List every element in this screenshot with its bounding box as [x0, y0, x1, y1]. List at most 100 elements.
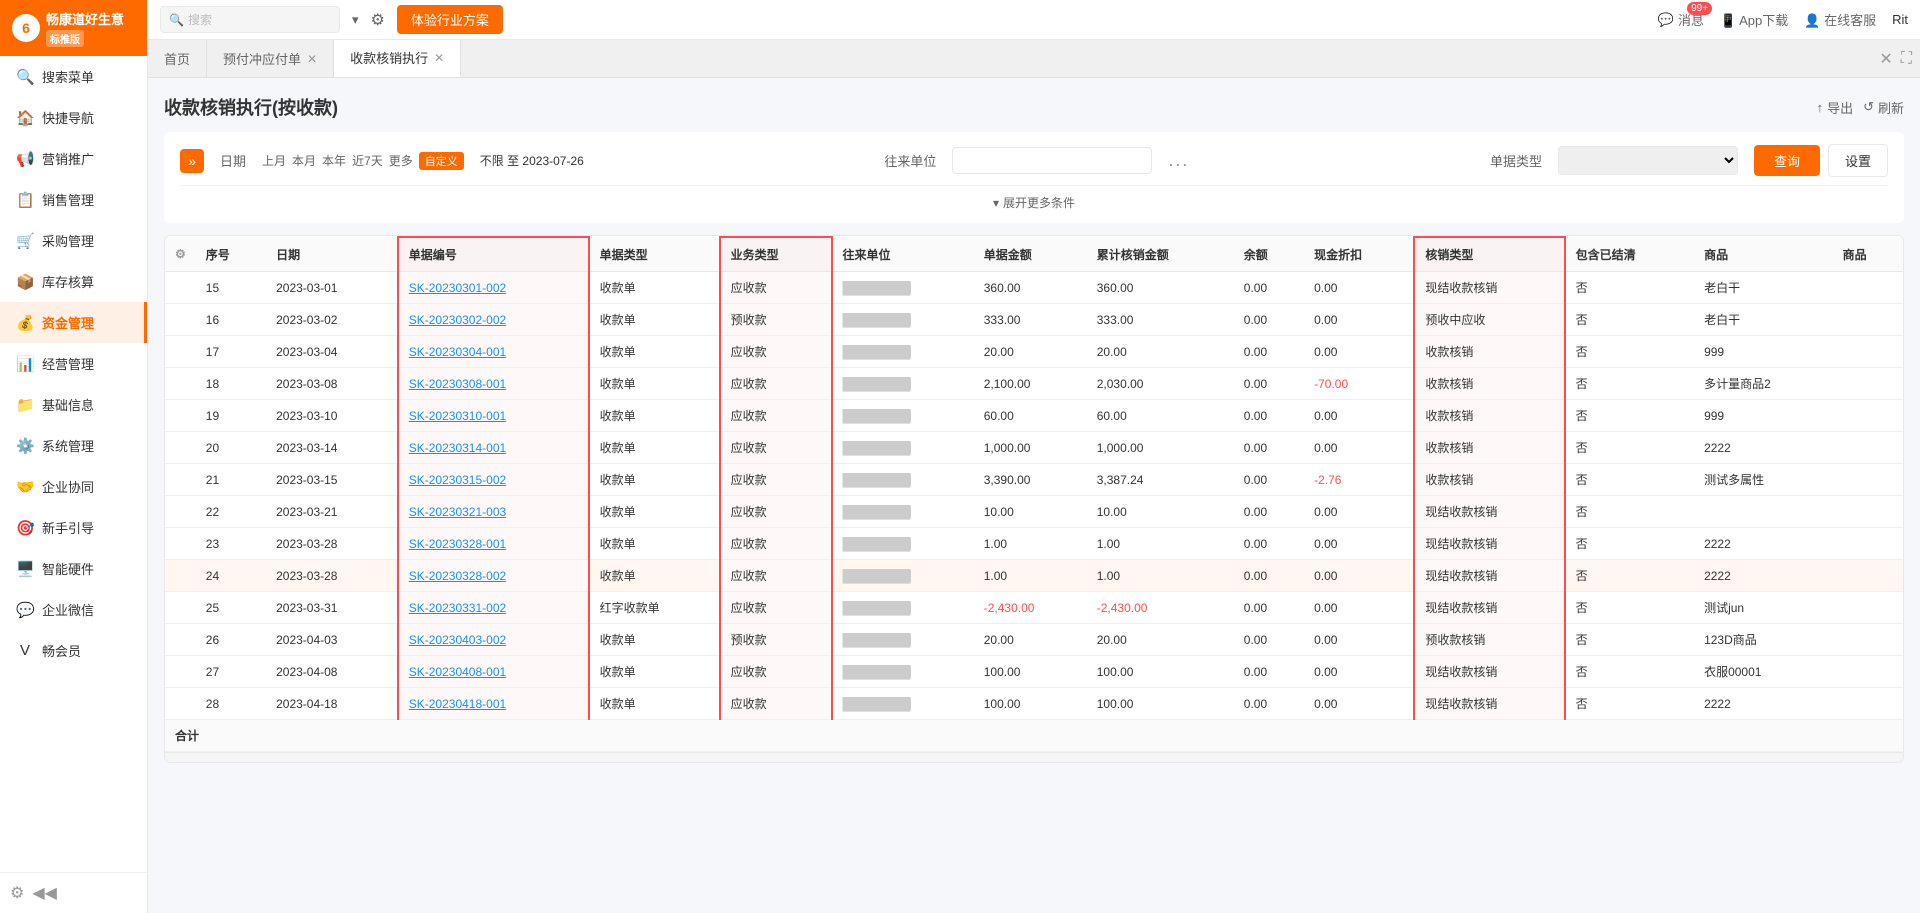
sidebar-item-purchase[interactable]: 🛒 采购管理: [0, 220, 147, 261]
refresh-btn[interactable]: ↺ 刷新: [1863, 98, 1904, 117]
td-seq: 21: [196, 464, 266, 496]
topbar-dropdown[interactable]: ▾: [352, 12, 359, 28]
export-icon: ↑: [1817, 100, 1824, 115]
bill-no-link[interactable]: SK-20230403-002: [409, 633, 506, 647]
date-label: 日期: [220, 151, 246, 170]
topbar-right: 💬 消息 99+ 📱 App下载 👤 在线客服 Rit: [1658, 10, 1908, 29]
close-tab-icon[interactable]: ✕: [1879, 49, 1892, 69]
bill-no-link[interactable]: SK-20230408-001: [409, 665, 506, 679]
bill-type-label: 单据类型: [1490, 151, 1542, 170]
bill-no-link[interactable]: SK-20230328-002: [409, 569, 506, 583]
date-opt-7days[interactable]: 近7天: [352, 152, 383, 169]
date-opt-last-month[interactable]: 上月: [262, 152, 286, 169]
collapse-icon[interactable]: ◀◀: [32, 883, 57, 903]
td-counterparty: ████████: [832, 336, 974, 368]
tab-receipt-close[interactable]: ✕: [434, 51, 444, 65]
td-counterparty: ████████: [832, 592, 974, 624]
sidebar-item-guide[interactable]: 🎯 新手引导: [0, 507, 147, 548]
sidebar-item-marketing[interactable]: 📢 营销推广: [0, 138, 147, 179]
bill-no-link[interactable]: SK-20230301-002: [409, 281, 506, 295]
bill-type-select[interactable]: [1558, 146, 1738, 175]
td-goods2: [1833, 528, 1903, 560]
td-include-settled: 否: [1565, 272, 1694, 304]
td-bill-amount: 360.00: [974, 272, 1087, 304]
td-goods: 2222: [1694, 528, 1833, 560]
td-bill-no: SK-20230331-002: [398, 592, 589, 624]
sidebar: 6 畅康道好生意 标推版 🔍 搜索菜单 🏠 快捷导航 📢 营销推广 📋 销售管理…: [0, 0, 148, 913]
td-balance: 0.00: [1234, 368, 1304, 400]
coop-icon: 🤝: [16, 478, 34, 496]
bill-no-link[interactable]: SK-20230304-001: [409, 345, 506, 359]
td-total-cancel: 10.00: [1087, 496, 1234, 528]
td-bill-amount: 333.00: [974, 304, 1087, 336]
settings-bottom-icon[interactable]: ⚙: [10, 883, 24, 903]
bill-no-link[interactable]: SK-20230331-002: [409, 601, 506, 615]
bill-no-link[interactable]: SK-20230310-001: [409, 409, 506, 423]
sidebar-item-finance[interactable]: 💰 资金管理: [0, 302, 147, 343]
td-seq: 15: [196, 272, 266, 304]
sidebar-item-vip[interactable]: V 畅会员: [0, 630, 147, 671]
date-opt-custom[interactable]: 自定义: [419, 152, 464, 170]
sidebar-label-system: 系统管理: [42, 436, 94, 455]
export-btn[interactable]: ↑ 导出: [1817, 98, 1854, 117]
settings-filter-btn[interactable]: 设置: [1828, 144, 1888, 177]
table-row: 25 2023-03-31 SK-20230331-002 红字收款单 应收款 …: [165, 592, 1903, 624]
td-cancel-type: 现结收款核销: [1414, 496, 1564, 528]
date-opt-this-month[interactable]: 本月: [292, 152, 316, 169]
online-service[interactable]: 👤 在线客服: [1804, 10, 1876, 29]
expand-more-btn[interactable]: ▾ 展开更多条件: [180, 185, 1888, 211]
th-gear[interactable]: ⚙: [165, 237, 196, 272]
counterparty-input[interactable]: [952, 147, 1152, 174]
filter-right-group: 查询 设置: [1754, 144, 1888, 177]
td-goods: 老白干: [1694, 272, 1833, 304]
date-opt-more[interactable]: 更多: [389, 152, 413, 169]
td-date: 2023-03-08: [266, 368, 398, 400]
query-btn[interactable]: 查询: [1754, 145, 1820, 176]
bill-no-link[interactable]: SK-20230321-003: [409, 505, 506, 519]
td-bill-amount: 2,100.00: [974, 368, 1087, 400]
sidebar-item-operate[interactable]: 📊 经营管理: [0, 343, 147, 384]
sidebar-label-search: 搜索菜单: [42, 67, 94, 86]
sidebar-item-coop[interactable]: 🤝 企业协同: [0, 466, 147, 507]
sidebar-item-basic[interactable]: 📁 基础信息: [0, 384, 147, 425]
td-include-settled: 否: [1565, 688, 1694, 720]
tab-home[interactable]: 首页: [148, 40, 207, 77]
sidebar-label-wechat: 企业微信: [42, 600, 94, 619]
filter-row-1: » 日期 上月 本月 本年 近7天 更多 自定义 不限 至 2023-07-26…: [180, 144, 1888, 177]
sidebar-item-system[interactable]: ⚙️ 系统管理: [0, 425, 147, 466]
bill-no-link[interactable]: SK-20230308-001: [409, 377, 506, 391]
td-total-cancel: 2,030.00: [1087, 368, 1234, 400]
filter-bar: » 日期 上月 本月 本年 近7天 更多 自定义 不限 至 2023-07-26…: [164, 132, 1904, 223]
td-date: 2023-04-08: [266, 656, 398, 688]
user-name[interactable]: Rit: [1892, 12, 1908, 27]
horizontal-scrollbar[interactable]: [165, 752, 1903, 762]
topbar-search[interactable]: 🔍 搜索: [160, 6, 340, 33]
tab-prepay-close[interactable]: ✕: [307, 52, 317, 66]
date-opt-this-year[interactable]: 本年: [322, 152, 346, 169]
solution-btn[interactable]: 体验行业方案: [397, 5, 503, 34]
sidebar-item-search[interactable]: 🔍 搜索菜单: [0, 56, 147, 97]
tab-receipt-cancel[interactable]: 收款核销执行 ✕: [334, 40, 461, 77]
td-goods2: [1833, 464, 1903, 496]
app-download[interactable]: 📱 App下载: [1720, 10, 1788, 29]
bill-no-link[interactable]: SK-20230302-002: [409, 313, 506, 327]
th-balance: 余额: [1234, 237, 1304, 272]
sidebar-item-stock[interactable]: 📦 库存核算: [0, 261, 147, 302]
sidebar-item-hardware[interactable]: 🖥️ 智能硬件: [0, 548, 147, 589]
bill-no-link[interactable]: SK-20230315-002: [409, 473, 506, 487]
table-row: 28 2023-04-18 SK-20230418-001 收款单 应收款 ██…: [165, 688, 1903, 720]
bill-no-link[interactable]: SK-20230418-001: [409, 697, 506, 711]
maximize-tab-icon[interactable]: ⛶: [1901, 50, 1912, 68]
td-biz-type: 应收款: [720, 336, 832, 368]
filter-expand-btn[interactable]: »: [180, 149, 204, 173]
tab-prepay[interactable]: 预付冲应付单 ✕: [207, 40, 334, 77]
bill-no-link[interactable]: SK-20230328-001: [409, 537, 506, 551]
td-include-settled: 否: [1565, 656, 1694, 688]
sidebar-item-shortcut[interactable]: 🏠 快捷导航: [0, 97, 147, 138]
sidebar-item-sales[interactable]: 📋 销售管理: [0, 179, 147, 220]
message-badge[interactable]: 💬 消息 99+: [1658, 10, 1704, 29]
td-include-settled: 否: [1565, 432, 1694, 464]
bill-no-link[interactable]: SK-20230314-001: [409, 441, 506, 455]
topbar-gear-icon[interactable]: ⚙: [371, 10, 385, 30]
sidebar-item-wechat[interactable]: 💬 企业微信: [0, 589, 147, 630]
